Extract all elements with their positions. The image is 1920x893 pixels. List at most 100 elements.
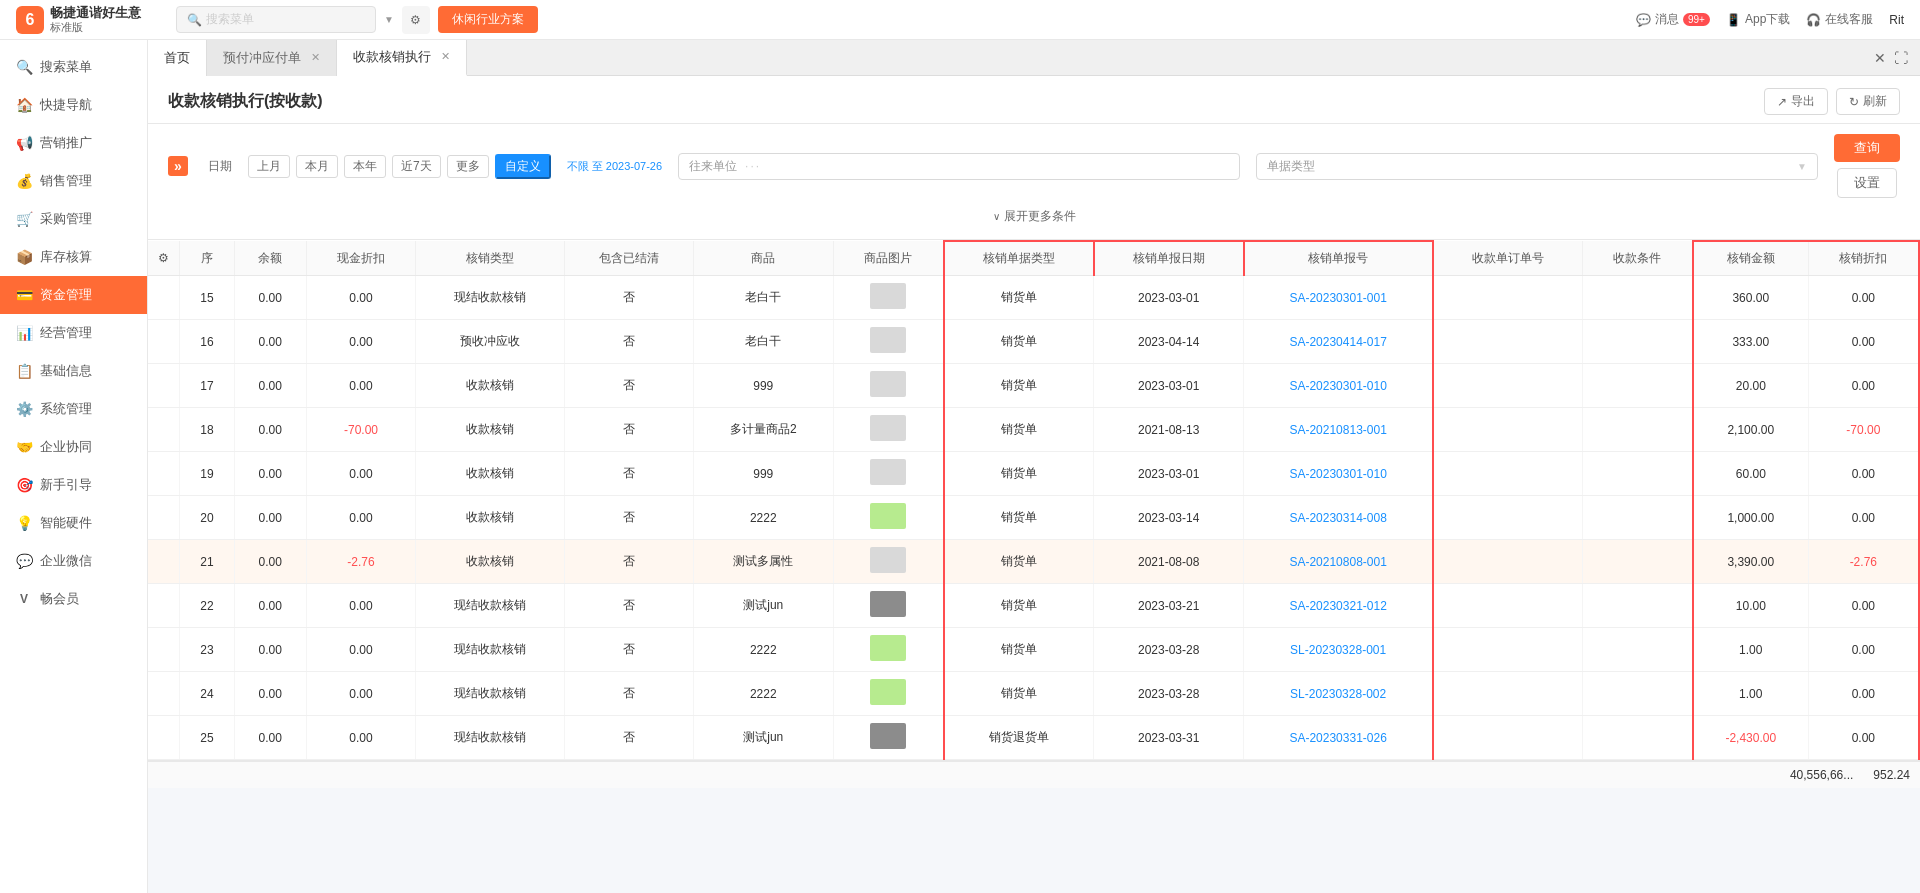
sidebar-item-inventory[interactable]: 📦 库存核算 [0,238,147,276]
col-settings-header[interactable]: ⚙ [148,241,180,276]
cell-voucher-type: 销货单 [944,364,1094,408]
date-btn-more[interactable]: 更多 [447,155,489,178]
industry-btn[interactable]: 休闲行业方案 [438,6,538,33]
cell-verify-discount: 0.00 [1808,452,1919,496]
tab-verify-close[interactable]: ✕ [441,50,450,63]
cell-included: 否 [564,672,693,716]
cell-verify-amount: 20.00 [1693,364,1808,408]
cell-verify-type: 现结收款核销 [416,276,564,320]
sidebar-item-marketing[interactable]: 📢 营销推广 [0,124,147,162]
cell-receipt-cond [1582,408,1693,452]
voucher-no-link[interactable]: SA-20210808-001 [1289,555,1386,569]
cell-verify-type: 预收冲应收 [416,320,564,364]
sidebar-item-purchase[interactable]: 🛒 采购管理 [0,200,147,238]
cell-balance: 0.00 [234,628,306,672]
sidebar-item-collab[interactable]: 🤝 企业协同 [0,428,147,466]
expand-more-conditions[interactable]: ∨ 展开更多条件 [168,204,1900,229]
sidebar-item-quicknav[interactable]: 🏠 快捷导航 [0,86,147,124]
search-dropdown-arrow[interactable]: ▼ [384,14,394,25]
table-body: 15 0.00 0.00 现结收款核销 否 老白干 销货单 2023-03-01… [148,276,1919,761]
cell-receipt-order [1433,672,1582,716]
date-btn-7days[interactable]: 近7天 [392,155,441,178]
cell-voucher-date: 2023-03-01 [1094,452,1244,496]
online-service-btn[interactable]: 🎧 在线客服 [1806,11,1873,28]
voucher-no-link[interactable]: SA-20230301-010 [1289,467,1386,481]
user-name[interactable]: Rit [1889,13,1904,27]
type-filter[interactable]: 单据类型 ▼ [1256,153,1818,180]
sidebar-item-guide[interactable]: 🎯 新手引导 [0,466,147,504]
top-search-input[interactable]: 🔍 搜索菜单 [176,6,376,33]
cell-verify-amount: -2,430.00 [1693,716,1808,760]
cell-verify-amount: 333.00 [1693,320,1808,364]
tab-prepay[interactable]: 预付冲应付单 ✕ [207,40,337,76]
filter-expand-btn[interactable]: » [168,156,188,176]
sidebar-item-finance[interactable]: 💳 资金管理 [0,276,147,314]
date-btn-this-year[interactable]: 本年 [344,155,386,178]
sidebar-item-search[interactable]: 🔍 搜索菜单 [0,48,147,86]
col-product-img-header: 商品图片 [833,241,944,276]
voucher-no-link[interactable]: SA-20230414-017 [1289,335,1386,349]
date-btn-this-month[interactable]: 本月 [296,155,338,178]
query-btn[interactable]: 查询 [1834,134,1900,162]
voucher-no-link[interactable]: SA-20230331-026 [1289,731,1386,745]
cell-verify-discount: 0.00 [1808,584,1919,628]
tab-prepay-close[interactable]: ✕ [311,51,320,64]
cell-voucher-no: SA-20210813-001 [1244,408,1434,452]
cell-verify-amount: 1,000.00 [1693,496,1808,540]
member-icon: V [16,592,32,606]
cell-included: 否 [564,452,693,496]
sidebar-hardware-label: 智能硬件 [40,514,92,532]
voucher-no-link[interactable]: SA-20230301-001 [1289,291,1386,305]
cell-included: 否 [564,364,693,408]
company-filter[interactable]: 往来单位 ··· [678,153,1240,180]
sidebar-item-sales[interactable]: 💰 销售管理 [0,162,147,200]
cell-included: 否 [564,628,693,672]
cell-voucher-type: 销货单 [944,584,1094,628]
voucher-no-link[interactable]: SA-20230314-008 [1289,511,1386,525]
type-dropdown-arrow: ▼ [1797,161,1807,172]
settings-icon[interactable]: ⚙ [402,6,430,34]
tab-home[interactable]: 首页 [148,40,207,76]
cell-product: 多计量商品2 [693,408,833,452]
cell-product: 老白干 [693,320,833,364]
table-footer: 40,556,66... 952.24 [148,760,1920,788]
voucher-no-link[interactable]: SA-20230301-010 [1289,379,1386,393]
voucher-no-link[interactable]: SA-20230321-012 [1289,599,1386,613]
table-scroll[interactable]: ⚙ 序 余额 现金折扣 核销类型 包含已结清 商品 商品图片 核销单据类型 核销… [148,240,1920,760]
voucher-no-link[interactable]: SA-20210813-001 [1289,423,1386,437]
app-download-btn[interactable]: 📱 App下载 [1726,11,1790,28]
sidebar-item-hardware[interactable]: 💡 智能硬件 [0,504,147,542]
refresh-btn[interactable]: ↻ 刷新 [1836,88,1900,115]
sidebar-item-system[interactable]: ⚙️ 系统管理 [0,390,147,428]
table-header-row: ⚙ 序 余额 现金折扣 核销类型 包含已结清 商品 商品图片 核销单据类型 核销… [148,241,1919,276]
message-btn[interactable]: 💬 消息 99+ [1636,11,1710,28]
tab-expand-btn[interactable]: ⛶ [1894,50,1908,66]
cell-receipt-cond [1582,672,1693,716]
export-btn[interactable]: ↗ 导出 [1764,88,1828,115]
hardware-icon: 💡 [16,515,32,531]
tab-verify[interactable]: 收款核销执行 ✕ [337,40,467,76]
cell-receipt-order [1433,276,1582,320]
company-dots: ··· [745,159,761,173]
sidebar-item-member[interactable]: V 畅会员 [0,580,147,618]
cell-settings [148,672,180,716]
sidebar-item-basic[interactable]: 📋 基础信息 [0,352,147,390]
cell-settings [148,716,180,760]
setting-btn[interactable]: 设置 [1837,168,1897,198]
filter-row: » 日期 上月 本月 本年 近7天 更多 自定义 不限 至 2023-07-26 [168,134,1900,198]
brand-text: 畅捷通谐好生意 标准版 [50,5,141,34]
cell-cash-discount: 0.00 [306,584,416,628]
sidebar-item-wechat[interactable]: 💬 企业微信 [0,542,147,580]
date-btn-last-month[interactable]: 上月 [248,155,290,178]
cell-no: 16 [180,320,235,364]
voucher-no-link[interactable]: SL-20230328-002 [1290,687,1386,701]
date-btn-custom[interactable]: 自定义 [495,154,551,179]
cell-voucher-no: SA-20210808-001 [1244,540,1434,584]
voucher-no-link[interactable]: SL-20230328-001 [1290,643,1386,657]
date-range-display: 不限 至 2023-07-26 [567,159,662,174]
sidebar-marketing-label: 营销推广 [40,134,92,152]
table-row: 19 0.00 0.00 收款核销 否 999 销货单 2023-03-01 S… [148,452,1919,496]
cell-voucher-type: 销货单 [944,628,1094,672]
tab-close-btn[interactable]: ✕ [1874,50,1886,66]
sidebar-item-operation[interactable]: 📊 经营管理 [0,314,147,352]
